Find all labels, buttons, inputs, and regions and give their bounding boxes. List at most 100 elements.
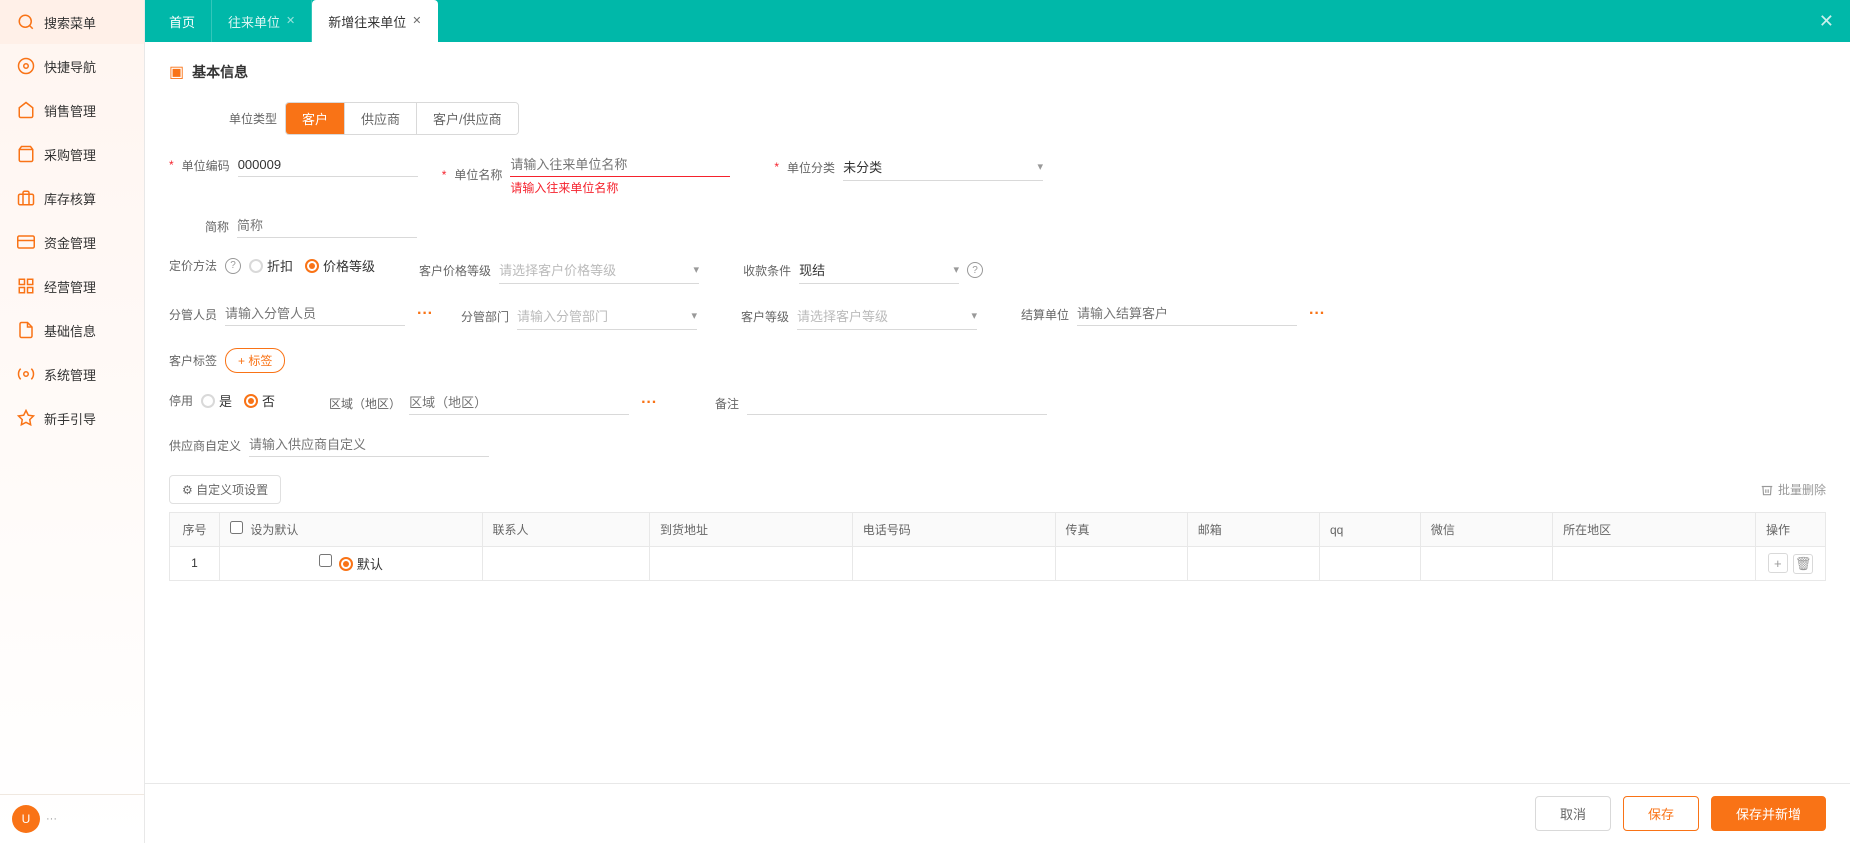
tab-partners[interactable]: 往来单位 ✕ — [212, 0, 312, 42]
department-select[interactable]: 请输入分管部门 ▾ — [517, 302, 697, 330]
required-mark2: * — [442, 168, 447, 182]
unit-category-value: 未分类 — [843, 157, 882, 176]
unit-code-group: * 单位编码 — [169, 153, 418, 177]
sidebar-item-label: 搜索菜单 — [44, 13, 96, 32]
disabled-radio-group: 是 否 — [201, 391, 275, 410]
row-default-radio[interactable]: 默认 — [339, 554, 383, 573]
settlement-unit-more-btn[interactable]: ··· — [1305, 305, 1329, 323]
pricing-level-radio[interactable] — [305, 259, 319, 273]
unit-type-both-btn[interactable]: 客户/供应商 — [417, 103, 518, 134]
row-add-icon[interactable]: + — [1768, 553, 1788, 573]
cancel-button[interactable]: 取消 — [1535, 796, 1611, 831]
row-checkbox[interactable] — [319, 554, 332, 567]
tab-partners-close[interactable]: ✕ — [286, 16, 295, 27]
section-title: 基本信息 — [192, 62, 248, 82]
batch-delete-button[interactable]: 批量删除 — [1760, 481, 1826, 498]
customer-level-select[interactable]: 请选择客户等级 ▾ — [797, 302, 977, 330]
supplier-custom-input[interactable] — [249, 433, 489, 457]
default-radio-circle[interactable] — [339, 557, 353, 571]
manager-group: 分管人员 ··· — [169, 302, 437, 326]
supplier-custom-label: 供应商自定义 — [169, 437, 241, 454]
pricing-help-icon[interactable]: ? — [225, 258, 241, 274]
unit-type-group-container: 单位类型 客户 供应商 客户/供应商 — [229, 102, 519, 135]
tab-new-partner-close[interactable]: ✕ — [412, 16, 421, 27]
payment-terms-select[interactable]: 现结 ▾ — [799, 256, 959, 284]
sidebar-item-system[interactable]: 系统管理 — [0, 352, 144, 396]
row-delete-icon[interactable]: 🗑 — [1793, 554, 1813, 574]
manager-label: 分管人员 — [169, 306, 217, 323]
unit-category-group: * 单位分类 未分类 ▾ — [774, 153, 1043, 181]
unit-type-supplier-btn[interactable]: 供应商 — [345, 103, 417, 134]
col-region: 所在地区 — [1553, 513, 1756, 547]
customer-price-level-group: 客户价格等级 请选择客户价格等级 ▾ — [419, 256, 699, 284]
unit-name-group: * 单位名称 请输入往来单位名称 — [442, 153, 731, 196]
region-input[interactable] — [409, 391, 629, 415]
sidebar-item-guide[interactable]: 新手引导 — [0, 396, 144, 440]
sidebar-item-purchase[interactable]: 采购管理 — [0, 132, 144, 176]
window-close-button[interactable]: ✕ — [1811, 11, 1842, 32]
tab-home[interactable]: 首页 — [153, 0, 212, 42]
customer-tag-label: 客户标签 — [169, 352, 217, 369]
customer-price-level-select[interactable]: 请选择客户价格等级 ▾ — [499, 256, 699, 284]
sidebar-item-label: 新手引导 — [44, 409, 96, 428]
settlement-unit-input[interactable] — [1077, 302, 1297, 326]
purchase-icon — [16, 144, 36, 164]
select-all-checkbox[interactable] — [230, 521, 243, 534]
col-action: 操作 — [1756, 513, 1826, 547]
disabled-yes-label: 是 — [219, 391, 232, 410]
row-fax — [1055, 547, 1187, 581]
user-info: ··· — [46, 813, 57, 825]
unit-name-error: 请输入往来单位名称 — [510, 179, 730, 196]
unit-name-input[interactable] — [510, 153, 730, 177]
region-more-btn[interactable]: ··· — [637, 394, 661, 412]
contact-table: 序号 设为默认 联系人 到货地址 电话号码 传真 邮箱 qq 微信 所在地区 操… — [169, 512, 1826, 581]
short-name-group: 简称 — [169, 214, 417, 238]
short-name-input[interactable] — [237, 214, 417, 238]
settlement-unit-label: 结算单位 — [1021, 306, 1069, 323]
col-phone: 电话号码 — [852, 513, 1055, 547]
unit-type-buttons: 客户 供应商 客户/供应商 — [285, 102, 519, 135]
unit-code-input[interactable] — [238, 153, 418, 177]
add-tag-button[interactable]: + 标签 — [225, 348, 285, 373]
short-name-label: 简称 — [205, 218, 229, 235]
pricing-discount-option[interactable]: 折扣 — [249, 256, 293, 275]
disabled-no-option[interactable]: 否 — [244, 391, 275, 410]
row-region — [1553, 547, 1756, 581]
payment-help-icon[interactable]: ? — [967, 262, 983, 278]
sidebar-item-quicknav[interactable]: 快捷导航 — [0, 44, 144, 88]
disabled-yes-radio[interactable] — [201, 394, 215, 408]
content-area: ▣ 基本信息 单位类型 客户 供应商 客户/供应商 * 单位编码 * — [145, 42, 1850, 783]
chevron-down-icon3: ▾ — [954, 263, 960, 276]
col-seq: 序号 — [170, 513, 220, 547]
disabled-no-radio[interactable] — [244, 394, 258, 408]
disabled-group: 停用 是 否 — [169, 391, 275, 410]
save-button[interactable]: 保存 — [1623, 796, 1699, 831]
sidebar-item-finance[interactable]: 资金管理 — [0, 220, 144, 264]
save-and-new-button[interactable]: 保存并新增 — [1711, 796, 1826, 831]
sidebar-item-label: 销售管理 — [44, 101, 96, 120]
sidebar-item-sales[interactable]: 销售管理 — [0, 88, 144, 132]
pricing-discount-radio[interactable] — [249, 259, 263, 273]
unit-category-select[interactable]: 未分类 ▾ — [843, 153, 1043, 181]
unit-category-label: 单位分类 — [787, 159, 835, 176]
required-mark: * — [169, 158, 174, 172]
sidebar-item-basic[interactable]: 基础信息 — [0, 308, 144, 352]
col-contact: 联系人 — [482, 513, 650, 547]
disabled-yes-option[interactable]: 是 — [201, 391, 232, 410]
sidebar-item-search[interactable]: 搜索菜单 — [0, 0, 144, 44]
manager-input[interactable] — [225, 302, 405, 326]
unit-type-customer-btn[interactable]: 客户 — [286, 103, 345, 134]
custom-settings-button[interactable]: ⚙ 自定义项设置 — [169, 475, 281, 504]
sidebar-item-inventory[interactable]: 库存核算 — [0, 176, 144, 220]
customer-level-group: 客户等级 请选择客户等级 ▾ — [741, 302, 977, 330]
tab-new-partner[interactable]: 新增往来单位 ✕ — [312, 0, 438, 42]
default-label: 默认 — [357, 554, 383, 573]
sidebar-item-operations[interactable]: 经营管理 — [0, 264, 144, 308]
notes-input[interactable] — [747, 391, 1047, 415]
disabled-label: 停用 — [169, 392, 193, 409]
pricing-level-option[interactable]: 价格等级 — [305, 256, 375, 275]
manager-more-btn[interactable]: ··· — [413, 305, 437, 323]
guide-icon — [16, 408, 36, 428]
operations-icon — [16, 276, 36, 296]
code-name-category-row: * 单位编码 * 单位名称 请输入往来单位名称 * 单位分类 未分类 ▾ — [169, 153, 1826, 196]
